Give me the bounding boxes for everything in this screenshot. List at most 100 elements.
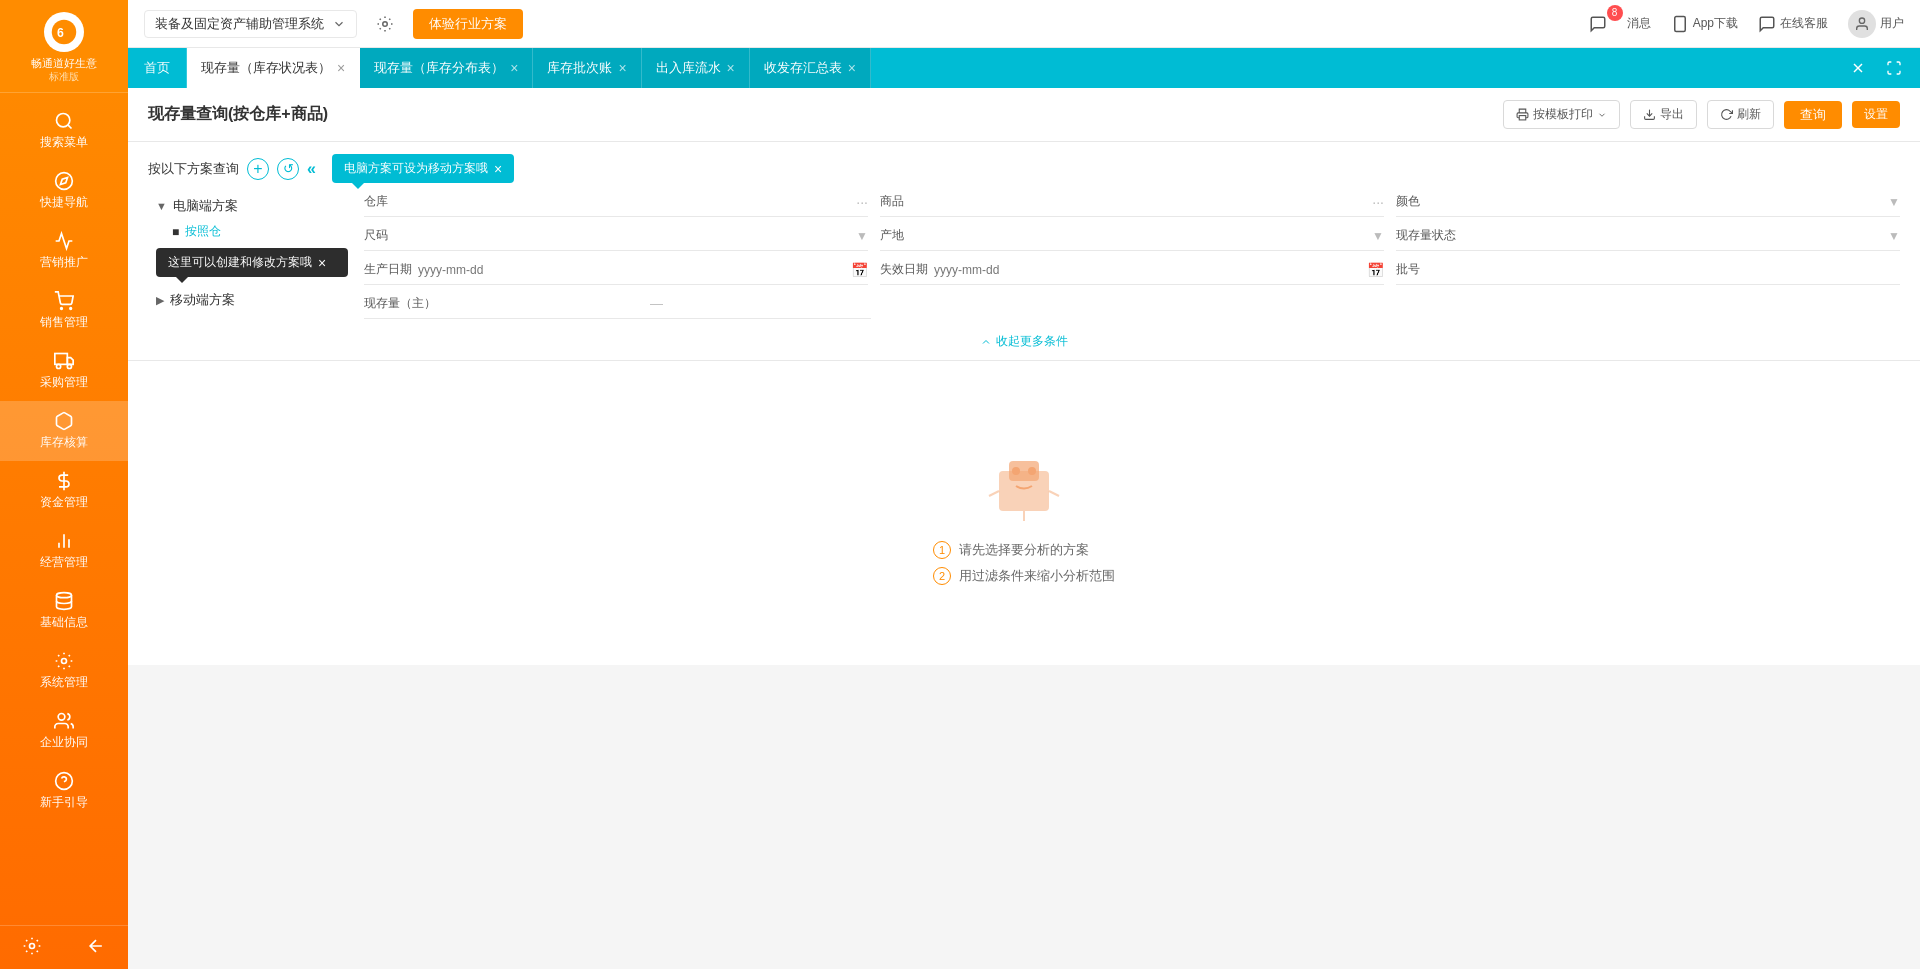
- sidebar-item-marketing[interactable]: 营销推广: [0, 221, 128, 281]
- sidebar-label-enterprise: 企业协同: [40, 734, 88, 751]
- fullscreen-btn[interactable]: [1880, 54, 1908, 82]
- system-selector[interactable]: 装备及固定资产辅助管理系统: [144, 10, 357, 38]
- print-btn[interactable]: 按模板打印: [1503, 100, 1620, 129]
- origin-dropdown-icon[interactable]: ▼: [1372, 229, 1384, 243]
- sidebar-item-system[interactable]: 系统管理: [0, 641, 128, 701]
- scheme-item-1[interactable]: ■ 按照仓: [148, 219, 348, 244]
- expire-date-calendar-icon[interactable]: 📅: [1367, 262, 1384, 278]
- collapse-btn[interactable]: 收起更多条件: [980, 333, 1068, 350]
- message-label: 消息: [1627, 15, 1651, 32]
- support-label: 在线客服: [1780, 15, 1828, 32]
- refresh-btn[interactable]: 刷新: [1707, 100, 1774, 129]
- user-btn[interactable]: 用户: [1848, 10, 1904, 38]
- tip-text-1: 请先选择要分析的方案: [959, 541, 1089, 559]
- tab-collect-send[interactable]: 收发存汇总表 ×: [750, 48, 871, 88]
- origin-input[interactable]: [926, 229, 1366, 243]
- collapse-icon: [980, 336, 992, 348]
- collapse-sidebar-icon[interactable]: [86, 936, 106, 959]
- sidebar-item-sales[interactable]: 销售管理: [0, 281, 128, 341]
- filter-back-btn[interactable]: «: [307, 160, 316, 178]
- sidebar-item-search[interactable]: 搜索菜单: [0, 101, 128, 161]
- message-btn[interactable]: 8 消息: [1589, 15, 1651, 33]
- topbar-right: 8 消息 App下载 在线客服 用户: [1589, 10, 1904, 38]
- settings-btn[interactable]: 设置: [1852, 101, 1900, 128]
- goods-dots-icon[interactable]: ···: [1372, 194, 1384, 210]
- app-download-btn[interactable]: App下载: [1671, 15, 1738, 33]
- app-label: App下载: [1693, 15, 1738, 32]
- sidebar-label-quick: 快捷导航: [40, 194, 88, 211]
- size-dropdown-icon[interactable]: ▼: [856, 229, 868, 243]
- tab-inventory-dist[interactable]: 现存量（库存分布表） ×: [360, 48, 533, 88]
- stock-qty-range-separator: —: [646, 296, 667, 311]
- goods-input[interactable]: [926, 195, 1366, 209]
- print-dropdown-icon: [1597, 110, 1607, 120]
- export-btn[interactable]: 导出: [1630, 100, 1697, 129]
- filter-fields: 仓库 ··· 商品 ··· 颜色 ▼: [364, 193, 1900, 327]
- topbar: 装备及固定资产辅助管理系统 体验行业方案 8 消息 App下载 在线客服: [128, 0, 1920, 48]
- tab-inventory-status[interactable]: 现存量（库存状况表） ×: [187, 48, 360, 88]
- tab-close-batch-ledger[interactable]: ×: [618, 61, 626, 75]
- batch-no-label: 批号: [1396, 261, 1436, 278]
- warehouse-input[interactable]: [410, 195, 850, 209]
- expire-date-input[interactable]: [934, 263, 1361, 277]
- origin-label: 产地: [880, 227, 920, 244]
- page-title: 现存量查询(按仓库+商品): [148, 104, 328, 125]
- sidebar-item-quick[interactable]: 快捷导航: [0, 161, 128, 221]
- tab-close-inventory-dist[interactable]: ×: [510, 61, 518, 75]
- sidebar-item-basic[interactable]: 基础信息: [0, 581, 128, 641]
- sidebar-item-purchase[interactable]: 采购管理: [0, 341, 128, 401]
- search-btn[interactable]: 查询: [1784, 101, 1842, 129]
- filter-field-stock-qty: 现存量（主） —: [364, 295, 871, 319]
- svg-point-32: [1028, 467, 1036, 475]
- tab-batch-ledger[interactable]: 库存批次账 ×: [533, 48, 641, 88]
- filter-refresh-btn[interactable]: ↺: [277, 158, 299, 180]
- stock-qty-max[interactable]: [673, 297, 871, 311]
- svg-point-16: [62, 659, 67, 664]
- trial-btn[interactable]: 体验行业方案: [413, 9, 523, 39]
- stock-qty-min[interactable]: [442, 297, 640, 311]
- stock-status-input[interactable]: [1462, 229, 1882, 243]
- topbar-settings-btn[interactable]: [369, 8, 401, 40]
- prod-date-input[interactable]: [418, 263, 845, 277]
- empty-tip-1: 1 请先选择要分析的方案: [933, 541, 1115, 559]
- tab-home[interactable]: 首页: [128, 48, 187, 88]
- user-avatar: [1848, 10, 1876, 38]
- sidebar-item-inventory[interactable]: 库存核算: [0, 401, 128, 461]
- tab-close-inventory-status[interactable]: ×: [337, 61, 345, 75]
- svg-rect-7: [55, 354, 68, 365]
- tab-close-in-out-flow[interactable]: ×: [727, 61, 735, 75]
- scheme-tooltip2-container: 这里可以创建和修改方案哦 ×: [156, 248, 348, 277]
- support-btn[interactable]: 在线客服: [1758, 15, 1828, 33]
- empty-illustration: [984, 441, 1064, 521]
- color-input[interactable]: [1442, 195, 1882, 209]
- settings-icon[interactable]: [22, 936, 42, 959]
- tab-close-collect-send[interactable]: ×: [848, 61, 856, 75]
- tab-in-out-flow[interactable]: 出入库流水 ×: [642, 48, 750, 88]
- scheme-tooltip-close[interactable]: ×: [494, 161, 502, 177]
- scheme-tooltip2-close[interactable]: ×: [318, 255, 326, 271]
- stock-status-dropdown-icon[interactable]: ▼: [1888, 229, 1900, 243]
- color-dropdown-icon[interactable]: ▼: [1888, 195, 1900, 209]
- page-actions: 按模板打印 导出 刷新 查询 设置: [1503, 100, 1900, 129]
- scheme-desktop-header[interactable]: ▼ 电脑端方案: [148, 193, 348, 219]
- stock-qty-label: 现存量（主）: [364, 295, 436, 312]
- message-badge: 8: [1607, 5, 1623, 21]
- color-label: 颜色: [1396, 193, 1436, 210]
- user-label: 用户: [1880, 15, 1904, 32]
- svg-rect-27: [1519, 116, 1526, 120]
- sidebar-item-operations[interactable]: 经营管理: [0, 521, 128, 581]
- prod-date-calendar-icon[interactable]: 📅: [851, 262, 868, 278]
- scheme-arrow-down: ▼: [156, 200, 167, 212]
- batch-no-input[interactable]: [1442, 263, 1900, 277]
- sidebar-item-guide[interactable]: 新手引导: [0, 761, 128, 821]
- sidebar-label-purchase: 采购管理: [40, 374, 88, 391]
- warehouse-dots-icon[interactable]: ···: [856, 194, 868, 210]
- sidebar-item-enterprise[interactable]: 企业协同: [0, 701, 128, 761]
- sidebar-label-guide: 新手引导: [40, 794, 88, 811]
- size-input[interactable]: [410, 229, 850, 243]
- filter-add-btn[interactable]: +: [247, 158, 269, 180]
- filter-row-2: 尺码 ▼ 产地 ▼ 现存量状态 ▼: [364, 227, 1900, 251]
- close-all-tabs-btn[interactable]: [1844, 54, 1872, 82]
- sidebar-item-finance[interactable]: 资金管理: [0, 461, 128, 521]
- scheme-mobile-header[interactable]: ▶ 移动端方案: [148, 287, 348, 313]
